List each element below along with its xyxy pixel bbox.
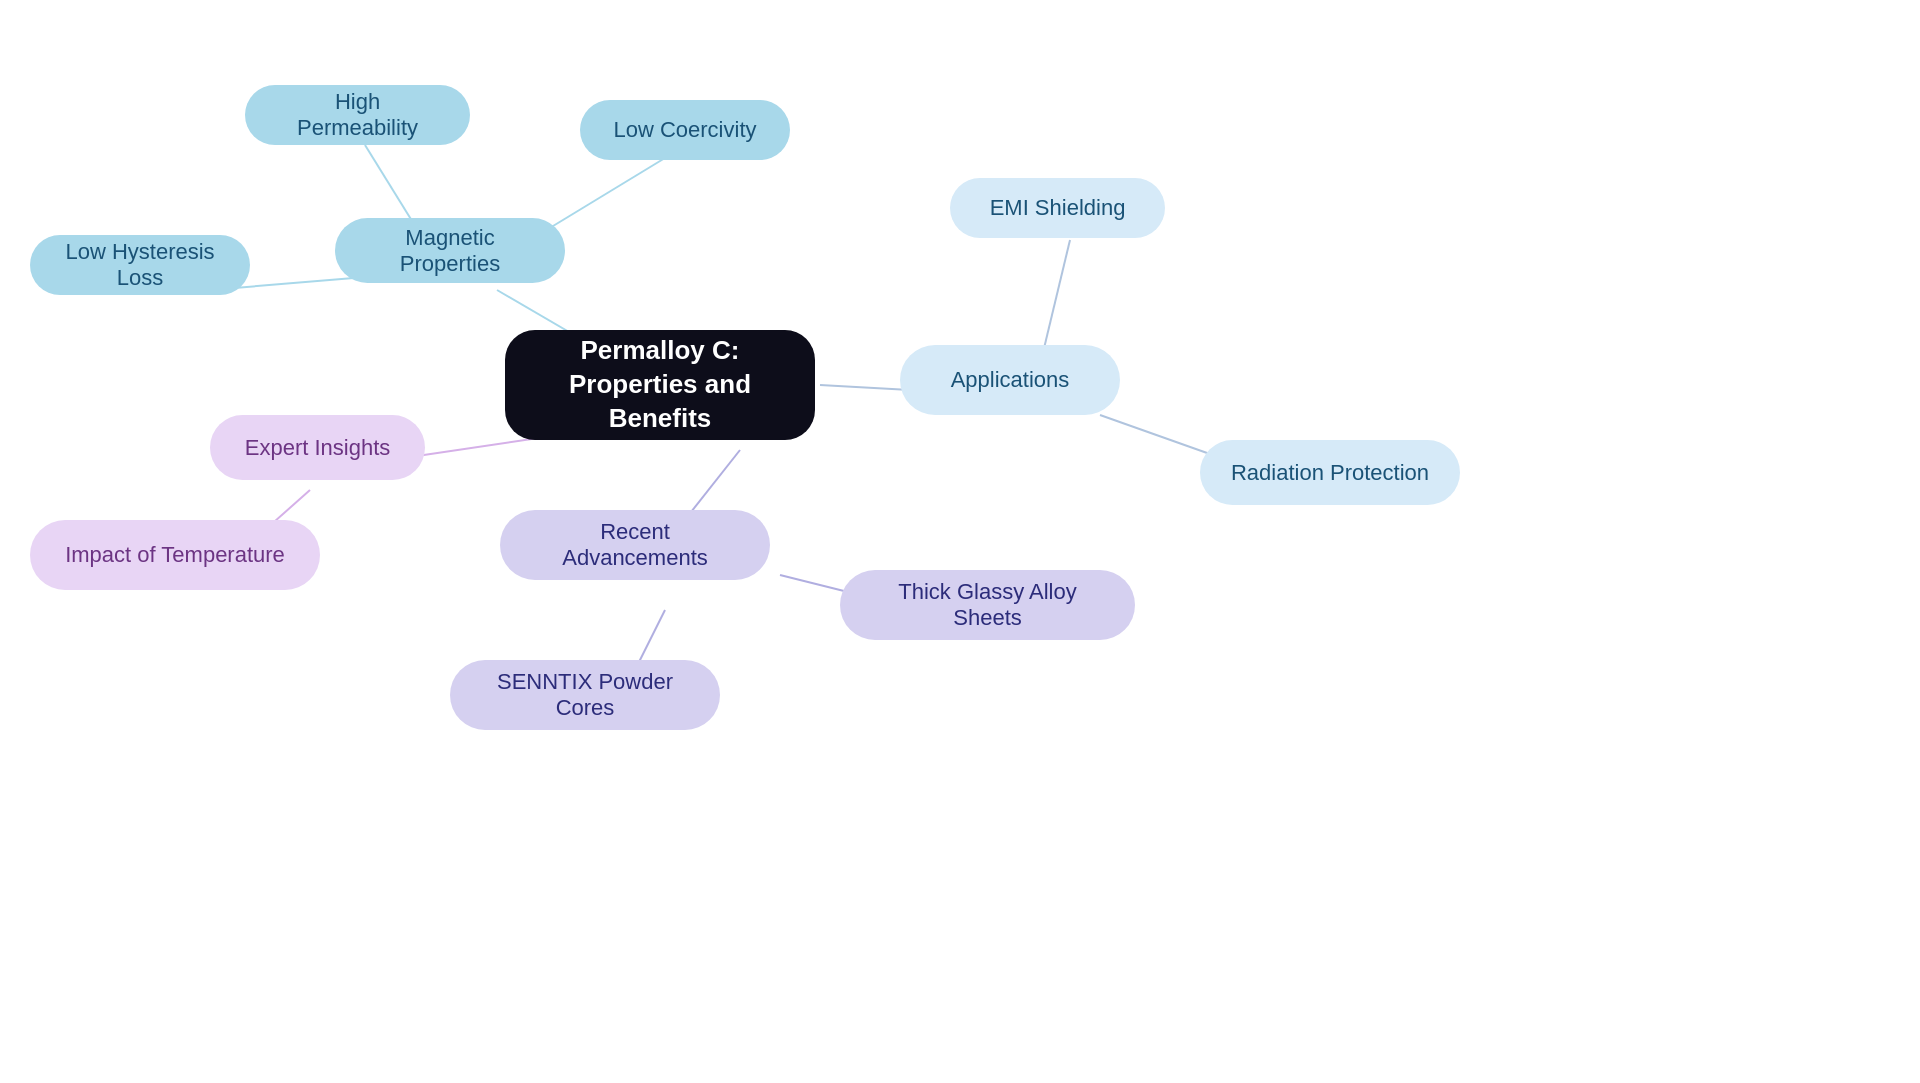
applications-label: Applications [951, 367, 1070, 393]
impact-of-temperature-node: Impact of Temperature [30, 520, 320, 590]
magnetic-properties-node: Magnetic Properties [335, 218, 565, 283]
low-coercivity-label: Low Coercivity [613, 117, 756, 143]
recent-advancements-label: Recent Advancements [528, 519, 742, 571]
expert-insights-node: Expert Insights [210, 415, 425, 480]
high-permeability-node: High Permeability [245, 85, 470, 145]
low-coercivity-node: Low Coercivity [580, 100, 790, 160]
senntix-powder-cores-label: SENNTIX Powder Cores [478, 669, 692, 721]
thick-glassy-alloy-sheets-label: Thick Glassy Alloy Sheets [868, 579, 1107, 631]
magnetic-properties-label: Magnetic Properties [363, 225, 537, 277]
center-label: Permalloy C: Properties and Benefits [533, 334, 787, 435]
applications-node: Applications [900, 345, 1120, 415]
radiation-protection-label: Radiation Protection [1231, 460, 1429, 486]
low-hysteresis-loss-label: Low Hysteresis Loss [58, 239, 222, 291]
impact-of-temperature-label: Impact of Temperature [65, 542, 285, 568]
low-hysteresis-loss-node: Low Hysteresis Loss [30, 235, 250, 295]
emi-shielding-label: EMI Shielding [990, 195, 1126, 221]
radiation-protection-node: Radiation Protection [1200, 440, 1460, 505]
recent-advancements-node: Recent Advancements [500, 510, 770, 580]
expert-insights-label: Expert Insights [245, 435, 391, 461]
thick-glassy-alloy-sheets-node: Thick Glassy Alloy Sheets [840, 570, 1135, 640]
high-permeability-label: High Permeability [273, 89, 442, 141]
emi-shielding-node: EMI Shielding [950, 178, 1165, 238]
center-node: Permalloy C: Properties and Benefits [505, 330, 815, 440]
senntix-powder-cores-node: SENNTIX Powder Cores [450, 660, 720, 730]
